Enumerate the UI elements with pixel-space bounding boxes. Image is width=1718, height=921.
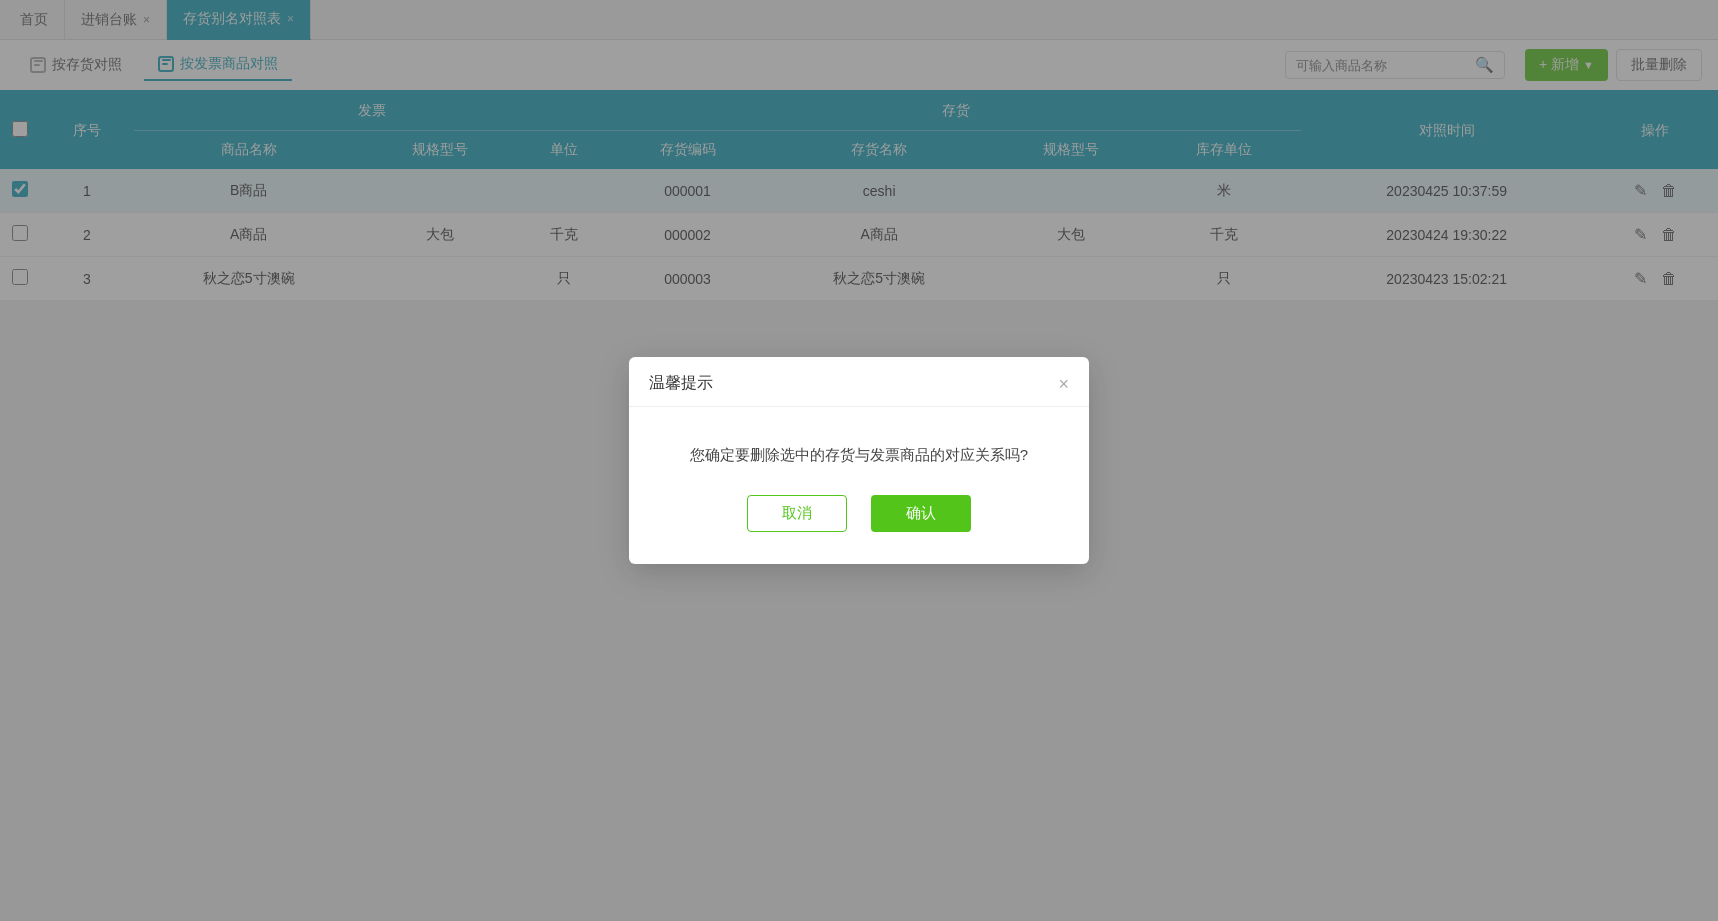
modal-overlay: 温馨提示 × 您确定要删除选中的存货与发票商品的对应关系吗? 取消 确认 bbox=[0, 0, 1718, 301]
